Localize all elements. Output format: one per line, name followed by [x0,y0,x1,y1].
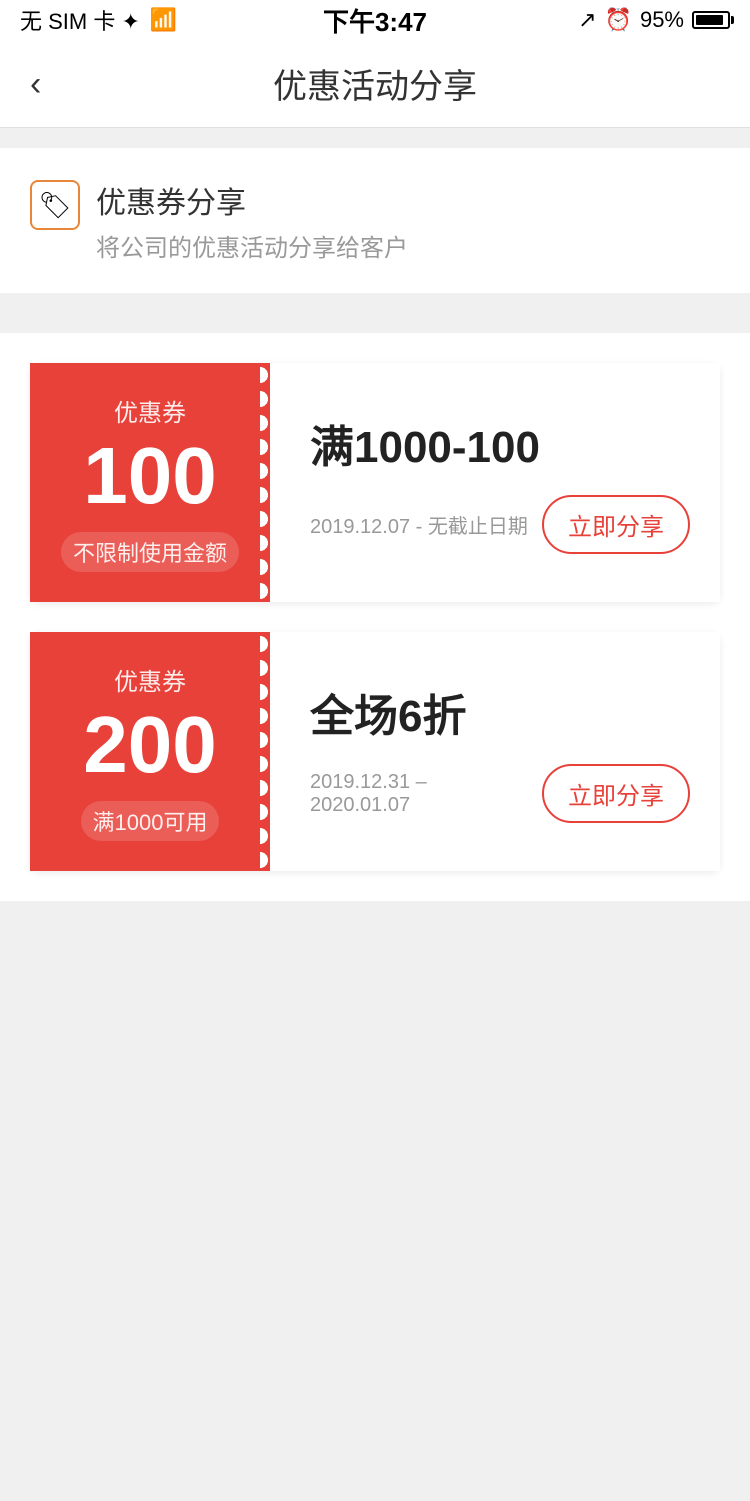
share-button-1[interactable]: 立即分享 [542,495,690,554]
coupon-condition-2: 满1000可用 [81,801,220,841]
coupon-amount-2: 200 [83,705,216,785]
coupon-right-1: 满1000-100 2019.12.07 - 无截止日期 立即分享 [270,363,720,602]
share-button-2[interactable]: 立即分享 [542,764,690,823]
section-title: 优惠券分享 [96,178,408,222]
coupon-card-1: 优惠券 100 不限制使用金额 满1000-100 2019.12.07 - 无… [30,363,720,602]
battery-icon [692,11,730,29]
status-left: 无 SIM 卡 ✦ 📶 [20,4,177,36]
coupon-date-1: 2019.12.07 - 无截止日期 [310,510,532,539]
back-button[interactable]: ‹ [30,67,41,101]
coupon-condition-1: 不限制使用金额 [61,532,239,572]
sim-label: 无 SIM 卡 ✦ [20,4,140,36]
coupon-label-2: 优惠券 [114,662,186,697]
coupon-label-1: 优惠券 [114,393,186,428]
coupon-section-icon: 🏷 [30,180,80,230]
coupon-left-1: 优惠券 100 不限制使用金额 [30,363,270,602]
coupon-left-2: 优惠券 200 满1000可用 [30,632,270,871]
nav-bar: ‹ 优惠活动分享 [0,40,750,128]
bottom-area [0,901,750,1501]
coupon-footer-1: 2019.12.07 - 无截止日期 立即分享 [310,495,690,554]
coupons-wrapper: 优惠券 100 不限制使用金额 满1000-100 2019.12.07 - 无… [0,333,750,901]
coupon-date-2: 2019.12.31 – 2020.01.07 [310,771,532,817]
coupon-title-2: 全场6折 [310,680,690,744]
status-bar: 无 SIM 卡 ✦ 📶 下午3:47 ↗ ⏰ 95% [0,0,750,40]
battery-percent: 95% [640,7,684,33]
coupons-list: 优惠券 100 不限制使用金额 满1000-100 2019.12.07 - 无… [0,333,750,871]
section-text: 优惠券分享 将公司的优惠活动分享给客户 [96,178,408,263]
wifi-icon: 📶 [150,7,177,33]
section-header: 🏷 优惠券分享 将公司的优惠活动分享给客户 [0,148,750,293]
gray-divider-2 [0,313,750,333]
section-subtitle: 将公司的优惠活动分享给客户 [96,228,408,263]
status-time: 下午3:47 [323,2,427,39]
page-title: 优惠活动分享 [273,59,477,108]
coupon-title-1: 满1000-100 [310,411,690,475]
location-icon: ↗ [578,7,596,33]
gray-divider [0,128,750,148]
coupon-amount-1: 100 [83,436,216,516]
status-right: ↗ ⏰ 95% [578,7,730,33]
coupon-footer-2: 2019.12.31 – 2020.01.07 立即分享 [310,764,690,823]
alarm-icon: ⏰ [605,7,632,33]
coupon-right-2: 全场6折 2019.12.31 – 2020.01.07 立即分享 [270,632,720,871]
coupon-card-2: 优惠券 200 满1000可用 全场6折 2019.12.31 – 2020.0… [30,632,720,871]
